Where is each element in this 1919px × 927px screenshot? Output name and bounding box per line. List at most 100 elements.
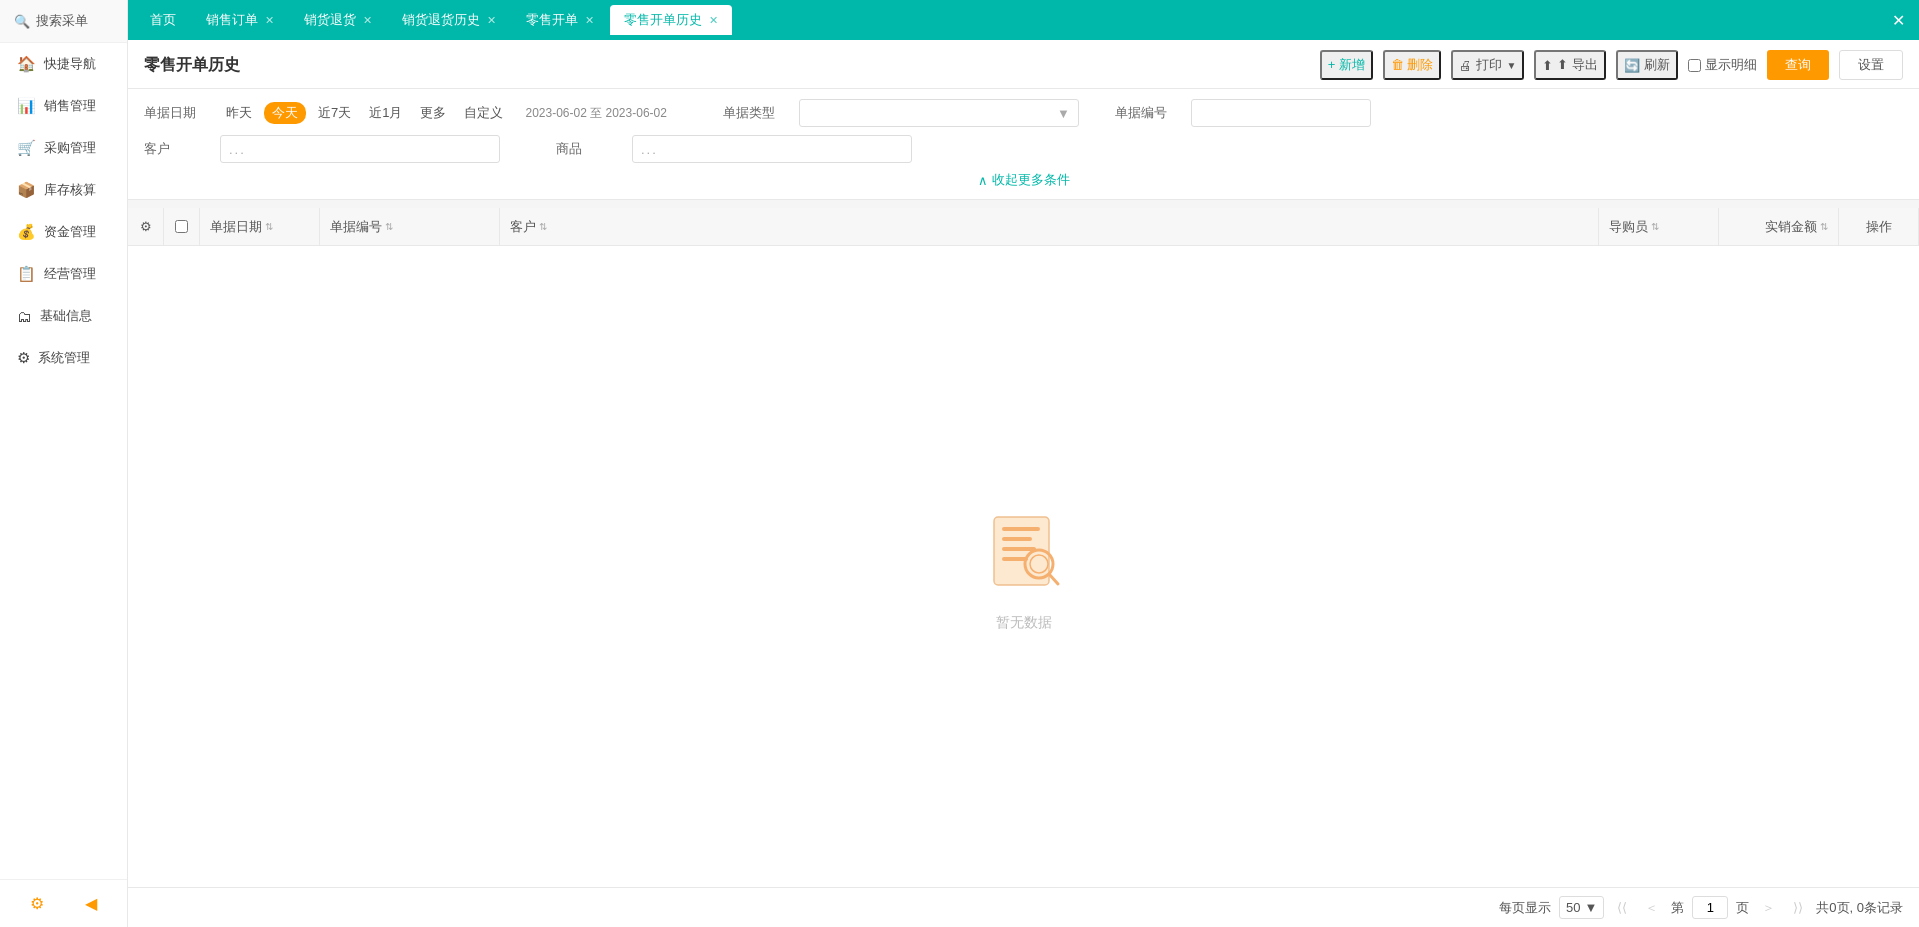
tab-retail-history[interactable]: 零售开单历史 ✕: [610, 5, 732, 35]
date-option-yesterday[interactable]: 昨天: [220, 102, 258, 124]
add-button[interactable]: + 新增: [1320, 50, 1373, 80]
print-button-label: 打印: [1476, 56, 1502, 74]
window-close-icon[interactable]: ✕: [1886, 9, 1911, 32]
settings-button-label: 设置: [1858, 57, 1884, 72]
th-guide-label: 导购员: [1609, 218, 1648, 236]
delete-button-label: 🗑 删除: [1391, 56, 1434, 74]
show-detail-label: 显示明细: [1705, 56, 1757, 74]
collapse-sidebar-icon[interactable]: ◀: [81, 890, 101, 917]
query-button-label: 查询: [1785, 57, 1811, 72]
sidebar-item-finance[interactable]: 💰 资金管理: [0, 211, 127, 253]
empty-state: 暂无数据: [128, 246, 1919, 887]
sidebar-item-label: 销售管理: [44, 97, 96, 115]
refresh-icon: 🔄: [1624, 58, 1640, 73]
sidebar-item-system[interactable]: ⚙ 系统管理: [0, 337, 127, 379]
collapse-up-icon: ∧: [978, 173, 988, 188]
next-page-btn[interactable]: ＞: [1757, 897, 1780, 919]
prev-page-btn[interactable]: ＜: [1640, 897, 1663, 919]
sidebar-item-inventory[interactable]: 📦 库存核算: [0, 169, 127, 211]
sidebar-item-sales-mgmt[interactable]: 📊 销售管理: [0, 85, 127, 127]
query-button[interactable]: 查询: [1767, 50, 1829, 80]
filter-area: 单据日期 昨天 今天 近7天 近1月 更多 自定义 2023-06-02 至 2…: [128, 89, 1919, 200]
table-area: ⚙ 单据日期 ⇅ 单据编号 ⇅ 客户 ⇅ 导购员: [128, 208, 1919, 927]
date-filter-label: 单据日期: [144, 104, 204, 122]
th-ops-label: 操作: [1866, 218, 1892, 236]
th-guide[interactable]: 导购员 ⇅: [1599, 208, 1719, 245]
collapse-filters-btn[interactable]: ∧ 收起更多条件: [144, 171, 1903, 189]
page-number-input[interactable]: [1692, 896, 1728, 919]
settings-bottom-icon[interactable]: ⚙: [26, 890, 48, 917]
sidebar-item-basic-info[interactable]: 🗂 基础信息: [0, 295, 127, 337]
total-info: 共0页, 0条记录: [1816, 899, 1903, 917]
doc-type-arrow-icon: ▼: [1057, 106, 1070, 121]
sidebar-item-operations[interactable]: 📋 经营管理: [0, 253, 127, 295]
date-option-last7[interactable]: 近7天: [312, 102, 357, 124]
main-area: 首页 销售订单 ✕ 销货退货 ✕ 销货退货历史 ✕ 零售开单 ✕ 零售开单历史 …: [128, 0, 1919, 927]
th-checkbox[interactable]: [164, 208, 200, 245]
add-button-label: + 新增: [1328, 56, 1365, 74]
print-button[interactable]: 🖨 打印 ▼: [1451, 50, 1524, 80]
date-option-custom[interactable]: 自定义: [458, 102, 509, 124]
tab-sales-return-history[interactable]: 销货退货历史 ✕: [388, 5, 510, 35]
th-date[interactable]: 单据日期 ⇅: [200, 208, 320, 245]
export-button[interactable]: ⬆ ⬆ 导出: [1534, 50, 1606, 80]
sidebar-item-label: 基础信息: [40, 307, 92, 325]
filter-row-2: 客户 ... 商品 ...: [144, 135, 1903, 163]
first-page-btn[interactable]: ⟨⟨: [1612, 898, 1632, 917]
sidebar-item-label: 系统管理: [38, 349, 90, 367]
gear-icon: ⚙: [17, 349, 30, 367]
settings-button[interactable]: 设置: [1839, 50, 1903, 80]
th-customer[interactable]: 客户 ⇅: [500, 208, 1599, 245]
date-option-today[interactable]: 今天: [264, 102, 306, 124]
page-content: 零售开单历史 + 新增 🗑 删除 🖨 打印 ▼ ⬆ ⬆ 导出: [128, 40, 1919, 927]
th-no[interactable]: 单据编号 ⇅: [320, 208, 500, 245]
tab-sales-return[interactable]: 销货退货 ✕: [290, 5, 386, 35]
tab-retail-history-close[interactable]: ✕: [709, 14, 718, 27]
tab-retail-open[interactable]: 零售开单 ✕: [512, 5, 608, 35]
delete-button[interactable]: 🗑 删除: [1383, 50, 1442, 80]
doc-no-input[interactable]: [1191, 99, 1371, 127]
svg-rect-2: [1002, 537, 1032, 541]
sidebar-item-label: 快捷导航: [44, 55, 96, 73]
th-customer-label: 客户: [510, 218, 536, 236]
tab-sales-return-close[interactable]: ✕: [363, 14, 372, 27]
clipboard-icon: 📋: [17, 265, 36, 283]
tab-bar: 首页 销售订单 ✕ 销货退货 ✕ 销货退货历史 ✕ 零售开单 ✕ 零售开单历史 …: [128, 0, 1919, 40]
product-input[interactable]: ...: [632, 135, 912, 163]
customer-input[interactable]: ...: [220, 135, 500, 163]
tab-sales-order[interactable]: 销售订单 ✕: [192, 5, 288, 35]
tab-home-label: 首页: [150, 11, 176, 29]
sidebar-search[interactable]: 🔍 搜索采单: [0, 0, 127, 43]
toolbar: + 新增 🗑 删除 🖨 打印 ▼ ⬆ ⬆ 导出 🔄 刷新: [1320, 50, 1903, 80]
tab-sales-order-close[interactable]: ✕: [265, 14, 274, 27]
th-settings[interactable]: ⚙: [128, 208, 164, 245]
th-date-label: 单据日期: [210, 218, 262, 236]
chart-icon: 📊: [17, 97, 36, 115]
date-option-more[interactable]: 更多: [414, 102, 452, 124]
search-icon: 🔍: [14, 14, 30, 29]
product-placeholder: ...: [641, 142, 658, 157]
sidebar-item-purchase-mgmt[interactable]: 🛒 采购管理: [0, 127, 127, 169]
tab-sales-order-label: 销售订单: [206, 11, 258, 29]
show-detail-checkbox[interactable]: [1688, 59, 1701, 72]
th-amount-label: 实销金额: [1765, 218, 1817, 236]
page-size-select[interactable]: 50 ▼: [1559, 896, 1604, 919]
customer-label: 客户: [144, 140, 204, 158]
sidebar-item-label: 经营管理: [44, 265, 96, 283]
th-amount[interactable]: 实销金额 ⇅: [1719, 208, 1839, 245]
tab-home[interactable]: 首页: [136, 5, 190, 35]
tab-sales-return-history-label: 销货退货历史: [402, 11, 480, 29]
sidebar-item-quick-nav[interactable]: 🏠 快捷导航: [0, 43, 127, 85]
print-dropdown-icon: ▼: [1506, 60, 1516, 71]
tab-sales-return-history-close[interactable]: ✕: [487, 14, 496, 27]
export-icon: ⬆: [1542, 58, 1553, 73]
show-detail-checkbox-label[interactable]: 显示明细: [1688, 56, 1757, 74]
refresh-button[interactable]: 🔄 刷新: [1616, 50, 1678, 80]
date-option-last-month[interactable]: 近1月: [363, 102, 408, 124]
select-all-checkbox[interactable]: [175, 220, 188, 233]
doc-type-select[interactable]: ▼: [799, 99, 1079, 127]
tab-retail-open-close[interactable]: ✕: [585, 14, 594, 27]
last-page-btn[interactable]: ⟩⟩: [1788, 898, 1808, 917]
sidebar-item-label: 资金管理: [44, 223, 96, 241]
filter-row-1: 单据日期 昨天 今天 近7天 近1月 更多 自定义 2023-06-02 至 2…: [144, 99, 1903, 127]
